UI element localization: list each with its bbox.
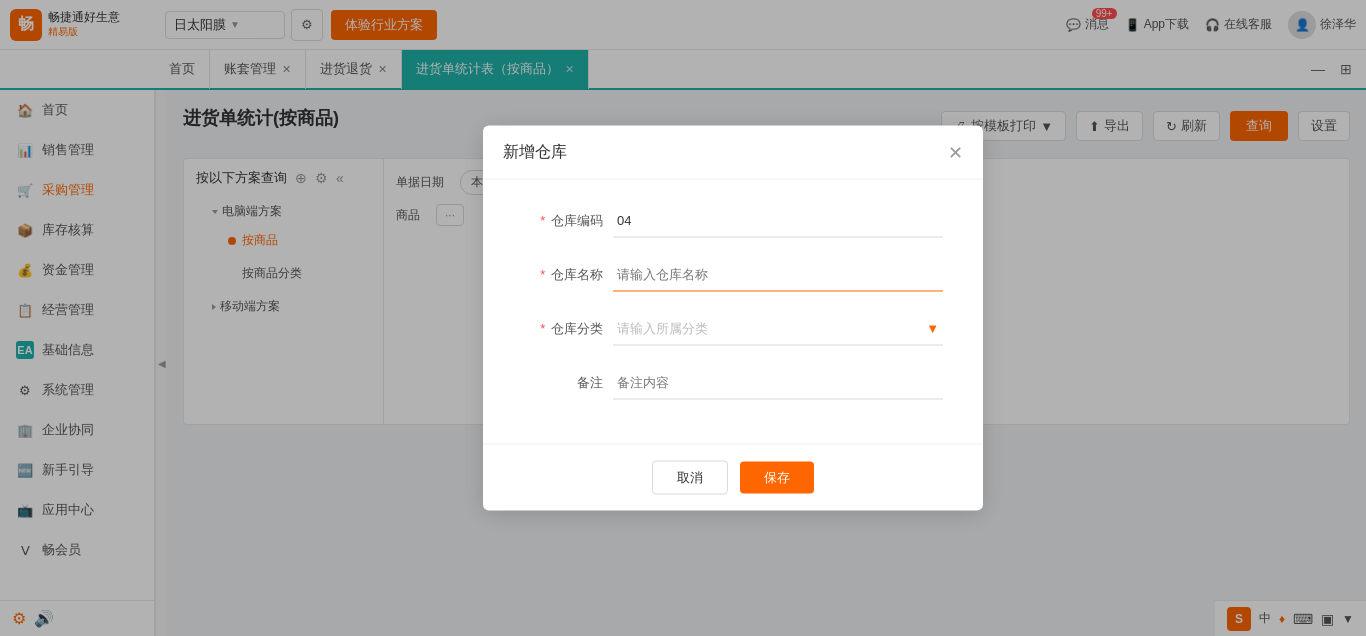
- save-button[interactable]: 保存: [740, 462, 814, 494]
- note-label: 备注: [523, 374, 603, 392]
- modal-header: 新增仓库 ✕: [483, 126, 983, 180]
- warehouse-note-input[interactable]: [613, 366, 943, 400]
- modal-title: 新增仓库: [503, 142, 567, 163]
- name-label: * 仓库名称: [523, 266, 603, 284]
- code-label: * 仓库编码: [523, 212, 603, 230]
- form-row-code: * 仓库编码: [523, 204, 943, 238]
- warehouse-code-input[interactable]: [613, 204, 943, 238]
- modal-footer: 取消 保存: [483, 444, 983, 511]
- form-row-category: * 仓库分类 请输入所属分类 ▼: [523, 312, 943, 346]
- modal-body: * 仓库编码 * 仓库名称 * 仓库分类 请输入所属分类 ▼: [483, 180, 983, 444]
- required-star-category: *: [540, 321, 545, 336]
- form-row-name: * 仓库名称: [523, 258, 943, 292]
- warehouse-category-select[interactable]: 请输入所属分类 ▼: [613, 312, 943, 346]
- category-label: * 仓库分类: [523, 320, 603, 338]
- cancel-button[interactable]: 取消: [652, 461, 728, 495]
- warehouse-name-input[interactable]: [613, 258, 943, 292]
- add-warehouse-modal: 新增仓库 ✕ * 仓库编码 * 仓库名称 * 仓库分类 请输入: [483, 126, 983, 511]
- category-chevron-icon: ▼: [926, 321, 939, 336]
- required-star-code: *: [540, 213, 545, 228]
- category-placeholder: 请输入所属分类: [617, 319, 708, 337]
- modal-close-button[interactable]: ✕: [948, 143, 963, 161]
- form-row-note: 备注: [523, 366, 943, 400]
- required-star-name: *: [540, 267, 545, 282]
